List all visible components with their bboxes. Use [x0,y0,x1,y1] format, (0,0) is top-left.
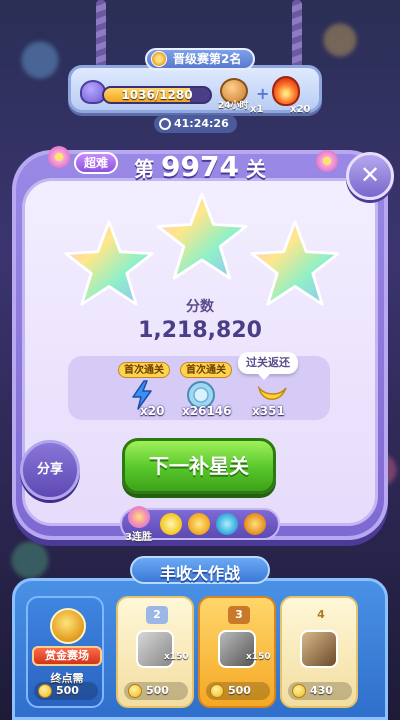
potion-icon [188,513,210,535]
plus-icon: + [256,84,270,103]
reward-count-banana: x351 [252,404,285,418]
refund-tooltip: 过关返还 [238,352,298,380]
event-timer: 41:24:26 [154,115,237,133]
rank-crown-icon: 2 [146,606,168,624]
banana-icon [257,385,287,400]
next-star-level-button[interactable]: 下一补星关 [122,438,276,494]
bounty-arena-banner: 赏金赛场 [32,646,102,666]
wand-icon [244,513,266,535]
reward1-label: 24小时 [218,101,249,111]
level-suffix: 关 [245,157,266,181]
fire-booster-icon [272,76,300,106]
reward-count-coin: x26146 [182,404,232,418]
first-clear-tag-2: 首次通关 [180,362,232,378]
star-icon-3 [250,220,340,306]
monster-icon [216,513,238,535]
event-title-text: 晋级赛第2名 [173,52,242,66]
bounty-arena-card[interactable]: 赏金赛场 终点需 500 [26,596,104,708]
hanging-rope-right [292,0,302,70]
star-icon-2 [156,192,248,280]
score-label: 分数 [186,299,214,315]
clock-icon [159,118,171,130]
prize-card-rank-4[interactable]: 4 430 [280,596,358,708]
reward2-count: x20 [290,104,311,115]
coin-reward: 500 [34,682,98,700]
harvest-title: 丰收大作战 [159,564,240,583]
first-clear-tag-1: 首次通关 [118,362,170,378]
timer-text: 41:24:26 [174,117,229,130]
coin-value: 500 [56,684,79,697]
coin-reward: 430 [288,682,352,700]
avatar [300,630,338,668]
streak-label: 3连胜 [125,532,152,543]
event-title-badge: 晋级赛第2名 [145,48,256,70]
rank-crown-icon: 3 [228,606,250,624]
coin-icon [292,684,306,698]
star-bonus-icon [160,513,182,535]
coin-value: 500 [146,684,169,697]
prize-card-rank-3[interactable]: 3 x150 500 [198,596,276,708]
booster-count: x150 [246,652,271,662]
reward1-count: x1 [250,104,264,115]
prize-card-rank-2[interactable]: 2 x150 500 [116,596,194,708]
avatar [136,630,174,668]
reward-count-lightning: x20 [140,404,165,418]
score-value: 1,218,820 [138,318,262,343]
coin-value: 430 [310,684,333,697]
close-button[interactable]: ✕ [346,152,394,200]
event-progress-bar: 1036/1280 [102,86,212,104]
coin-value: 500 [228,684,251,697]
coin-icon [128,684,142,698]
coin-icon [210,684,224,698]
avatar [218,630,256,668]
level-prefix: 第 [134,157,155,181]
star-icon-1 [64,220,154,306]
coin-reward: 500 [124,682,188,700]
level-number: 9974 [161,150,239,183]
rank-number: 4 [317,608,325,621]
coin-icon [38,684,52,698]
level-title: 第 9974 关 [0,150,400,183]
trophy-icon [50,608,86,644]
medal-icon [151,51,167,67]
event-progress-text: 1036/1280 [121,88,193,102]
balloons-icon [128,506,150,528]
booster-count: x150 [164,652,189,662]
share-button[interactable]: 分享 [20,440,80,500]
coin-reward: 500 [206,682,270,700]
hanging-rope-left [96,0,106,70]
